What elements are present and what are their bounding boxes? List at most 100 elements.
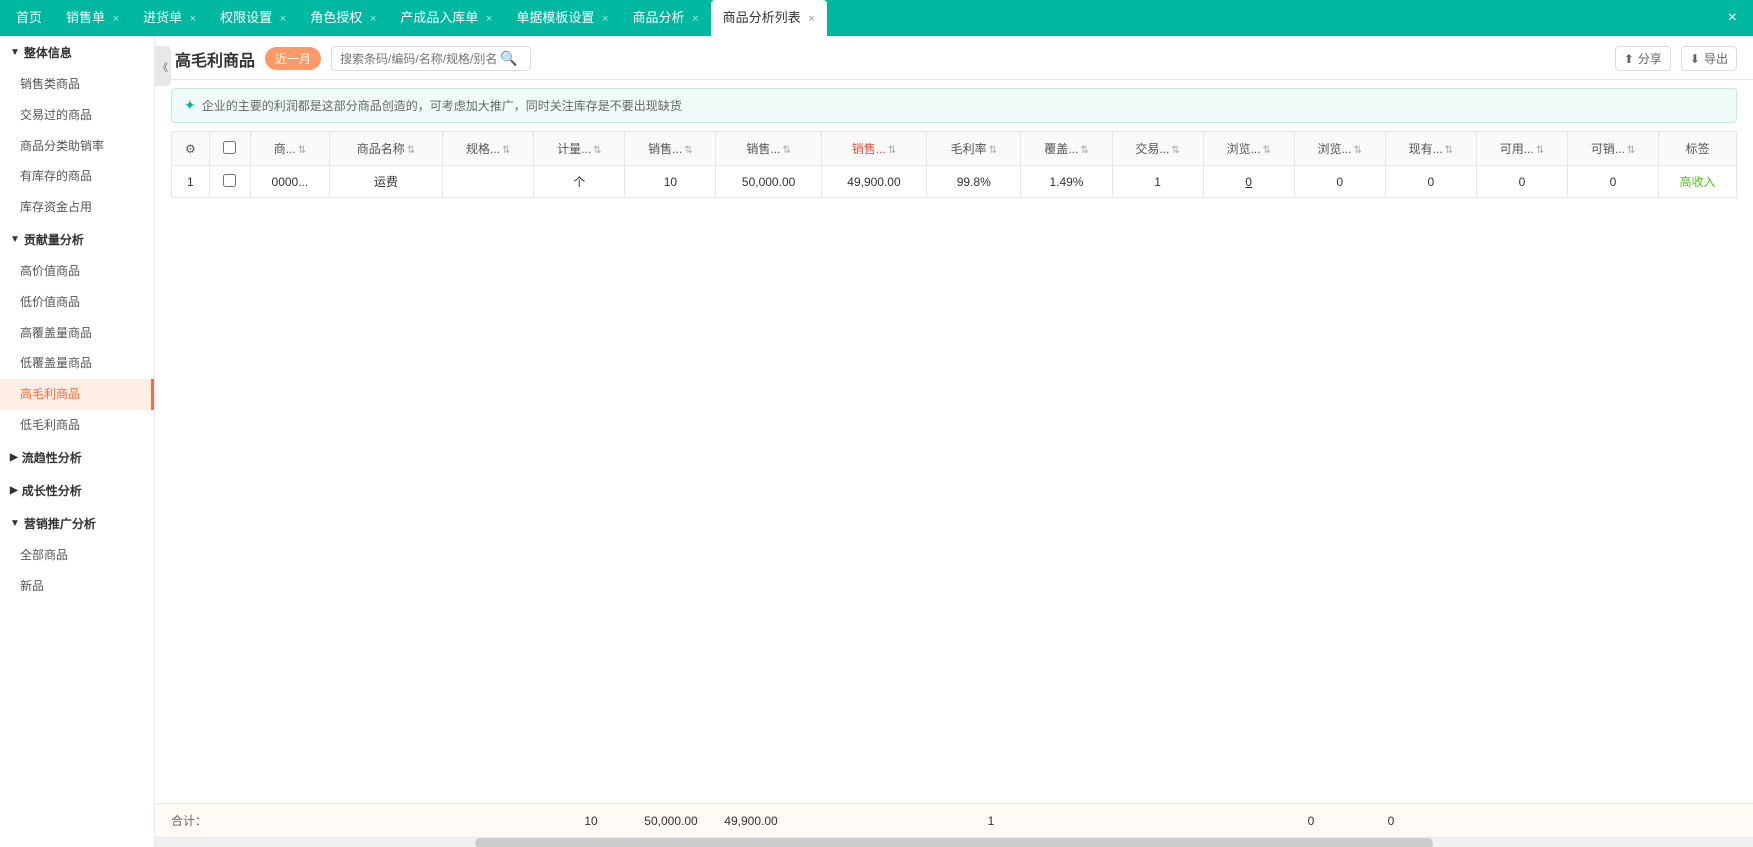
- cell-gross-rate: 99.8%: [927, 166, 1021, 198]
- info-banner: ✦ 企业的主要的利润都是这部分商品创造的，可考虑加大推广，同时关注库存是不要出现…: [171, 88, 1737, 123]
- sidebar-item-high-value[interactable]: 高价值商品: [0, 256, 154, 287]
- cell-name: 运费: [329, 166, 442, 198]
- footer-label: 合计：: [171, 812, 231, 829]
- sidebar-group-overall[interactable]: ▼ 整体信息: [0, 36, 154, 69]
- sidebar-item-low-margin[interactable]: 低毛利商品: [0, 410, 154, 441]
- col-settings[interactable]: ⚙: [172, 132, 210, 166]
- nav-item-sales[interactable]: 销售单 ×: [54, 0, 131, 36]
- close-product-analysis-tab[interactable]: ×: [692, 13, 698, 25]
- nav-item-home[interactable]: 首页: [4, 0, 54, 36]
- sidebar-item-high-coverage[interactable]: 高覆盖量商品: [0, 318, 154, 349]
- scrollbar-thumb[interactable]: [475, 838, 1434, 847]
- sidebar-item-low-coverage[interactable]: 低覆盖量商品: [0, 348, 154, 379]
- cell-tag: 高收入: [1659, 166, 1737, 198]
- arrow-right-icon-2: ▶: [10, 485, 18, 496]
- select-all-checkbox[interactable]: [223, 141, 236, 154]
- top-nav-bar: 首页 销售单 × 进货单 × 权限设置 × 角色授权 × 产成品入库单 × 单据…: [0, 0, 1753, 36]
- nav-item-purchase[interactable]: 进货单 ×: [131, 0, 208, 36]
- col-trade[interactable]: 交易...⇅: [1112, 132, 1203, 166]
- cell-browse1[interactable]: 0: [1203, 166, 1294, 198]
- search-input[interactable]: [340, 52, 500, 66]
- data-table: ⚙ 商...⇅ 商品名称⇅ 规格...⇅ 计量...⇅ 销售...⇅ 销售...…: [171, 131, 1737, 198]
- header-actions: ⬆ 分享 ⬇ 导出: [1615, 46, 1737, 71]
- sidebar-item-sales-goods[interactable]: 销售类商品: [0, 69, 154, 100]
- horizontal-scrollbar[interactable]: [155, 837, 1753, 847]
- col-gross-rate[interactable]: 毛利率⇅: [927, 132, 1021, 166]
- export-icon: ⬇: [1690, 52, 1700, 66]
- col-unit[interactable]: 计量...⇅: [534, 132, 625, 166]
- cell-checkbox[interactable]: [209, 166, 250, 198]
- cell-num: 1: [172, 166, 210, 198]
- col-sale-qty[interactable]: 销售...⇅: [625, 132, 716, 166]
- sidebar-group-growth[interactable]: ▶ 成长性分析: [0, 474, 154, 507]
- sidebar-item-stock-goods[interactable]: 有库存的商品: [0, 161, 154, 192]
- share-button[interactable]: ⬆ 分享: [1615, 46, 1671, 71]
- footer-sale-qty: 10: [551, 814, 631, 828]
- col-browse2[interactable]: 浏览...⇅: [1294, 132, 1385, 166]
- table-container[interactable]: ⚙ 商...⇅ 商品名称⇅ 规格...⇅ 计量...⇅ 销售...⇅ 销售...…: [155, 131, 1753, 803]
- table-row: 1 0000... 运费 个 10 50,000.00 49,900.00 99…: [172, 166, 1737, 198]
- filter-month-button[interactable]: 近一月: [265, 47, 321, 70]
- close-permission-tab[interactable]: ×: [280, 13, 286, 25]
- row-checkbox[interactable]: [223, 174, 236, 187]
- col-available[interactable]: 可用...⇅: [1476, 132, 1567, 166]
- sidebar-item-high-margin[interactable]: 高毛利商品: [0, 379, 154, 410]
- sidebar-item-low-value[interactable]: 低价值商品: [0, 287, 154, 318]
- sidebar-group-contribution[interactable]: ▼ 贡献量分析: [0, 223, 154, 256]
- nav-item-template[interactable]: 单据模板设置 ×: [504, 0, 620, 36]
- close-sales-tab[interactable]: ×: [113, 13, 119, 25]
- col-current-stock[interactable]: 现有...⇅: [1385, 132, 1476, 166]
- col-coverage[interactable]: 覆盖...⇅: [1021, 132, 1112, 166]
- col-tag[interactable]: 标签: [1659, 132, 1737, 166]
- cell-browse2: 0: [1294, 166, 1385, 198]
- col-spec[interactable]: 规格...⇅: [443, 132, 534, 166]
- sidebar-item-all-goods[interactable]: 全部商品: [0, 540, 154, 571]
- nav-item-product-analysis-list[interactable]: 商品分析列表 ×: [711, 0, 827, 36]
- sidebar-collapse-button[interactable]: 《: [155, 46, 171, 86]
- content-area: 《 高毛利商品 近一月 🔍 ⬆ 分享 ⬇ 导出 ✦ 企: [155, 36, 1753, 847]
- arrow-down-icon-3: ▼: [10, 518, 20, 529]
- close-product-analysis-list-tab[interactable]: ×: [808, 13, 814, 25]
- sidebar: ▼ 整体信息 销售类商品 交易过的商品 商品分类助销率 有库存的商品 库存资金占…: [0, 36, 155, 847]
- main-layout: ▼ 整体信息 销售类商品 交易过的商品 商品分类助销率 有库存的商品 库存资金占…: [0, 36, 1753, 847]
- cell-unit: 个: [534, 166, 625, 198]
- col-browse1[interactable]: 浏览...⇅: [1203, 132, 1294, 166]
- sidebar-item-new-goods[interactable]: 新品: [0, 571, 154, 602]
- col-code[interactable]: 商...⇅: [250, 132, 329, 166]
- cell-coverage: 1.49%: [1021, 166, 1112, 198]
- col-saleable[interactable]: 可销...⇅: [1567, 132, 1658, 166]
- col-sale-amount[interactable]: 销售...⇅: [716, 132, 821, 166]
- sidebar-item-category-rate[interactable]: 商品分类助销率: [0, 131, 154, 162]
- footer-available: 0: [1271, 814, 1351, 828]
- close-role-tab[interactable]: ×: [370, 13, 376, 25]
- footer-saleable: 0: [1351, 814, 1431, 828]
- footer-sale-profit: 49,900.00: [711, 814, 791, 828]
- sidebar-group-flow[interactable]: ▶ 流趋性分析: [0, 441, 154, 474]
- nav-item-product-analysis[interactable]: 商品分析 ×: [620, 0, 710, 36]
- cell-sale-amount: 50,000.00: [716, 166, 821, 198]
- cell-saleable: 0: [1567, 166, 1658, 198]
- sidebar-item-stock-capital[interactable]: 库存资金占用: [0, 192, 154, 223]
- cell-spec: [443, 166, 534, 198]
- export-button[interactable]: ⬇ 导出: [1681, 46, 1737, 71]
- nav-item-role[interactable]: 角色授权 ×: [298, 0, 388, 36]
- nav-item-permission[interactable]: 权限设置 ×: [208, 0, 298, 36]
- col-sale-profit[interactable]: 销售...⇅: [821, 132, 926, 166]
- search-box: 🔍: [331, 46, 531, 71]
- sidebar-group-marketing[interactable]: ▼ 营销推广分析: [0, 507, 154, 540]
- content-header: 高毛利商品 近一月 🔍 ⬆ 分享 ⬇ 导出: [155, 36, 1753, 80]
- close-purchase-tab[interactable]: ×: [190, 13, 196, 25]
- sidebar-item-traded-goods[interactable]: 交易过的商品: [0, 100, 154, 131]
- close-all-tabs-button[interactable]: ×: [1716, 9, 1749, 27]
- col-checkbox[interactable]: [209, 132, 250, 166]
- cell-sale-profit: 49,900.00: [821, 166, 926, 198]
- page-title: 高毛利商品: [175, 47, 255, 71]
- close-product-entry-tab[interactable]: ×: [486, 13, 492, 25]
- cell-sale-qty: 10: [625, 166, 716, 198]
- search-icon[interactable]: 🔍: [500, 50, 517, 67]
- nav-item-product-entry[interactable]: 产成品入库单 ×: [388, 0, 504, 36]
- cell-code: 0000...: [250, 166, 329, 198]
- close-template-tab[interactable]: ×: [602, 13, 608, 25]
- col-name[interactable]: 商品名称⇅: [329, 132, 442, 166]
- cell-trade: 1: [1112, 166, 1203, 198]
